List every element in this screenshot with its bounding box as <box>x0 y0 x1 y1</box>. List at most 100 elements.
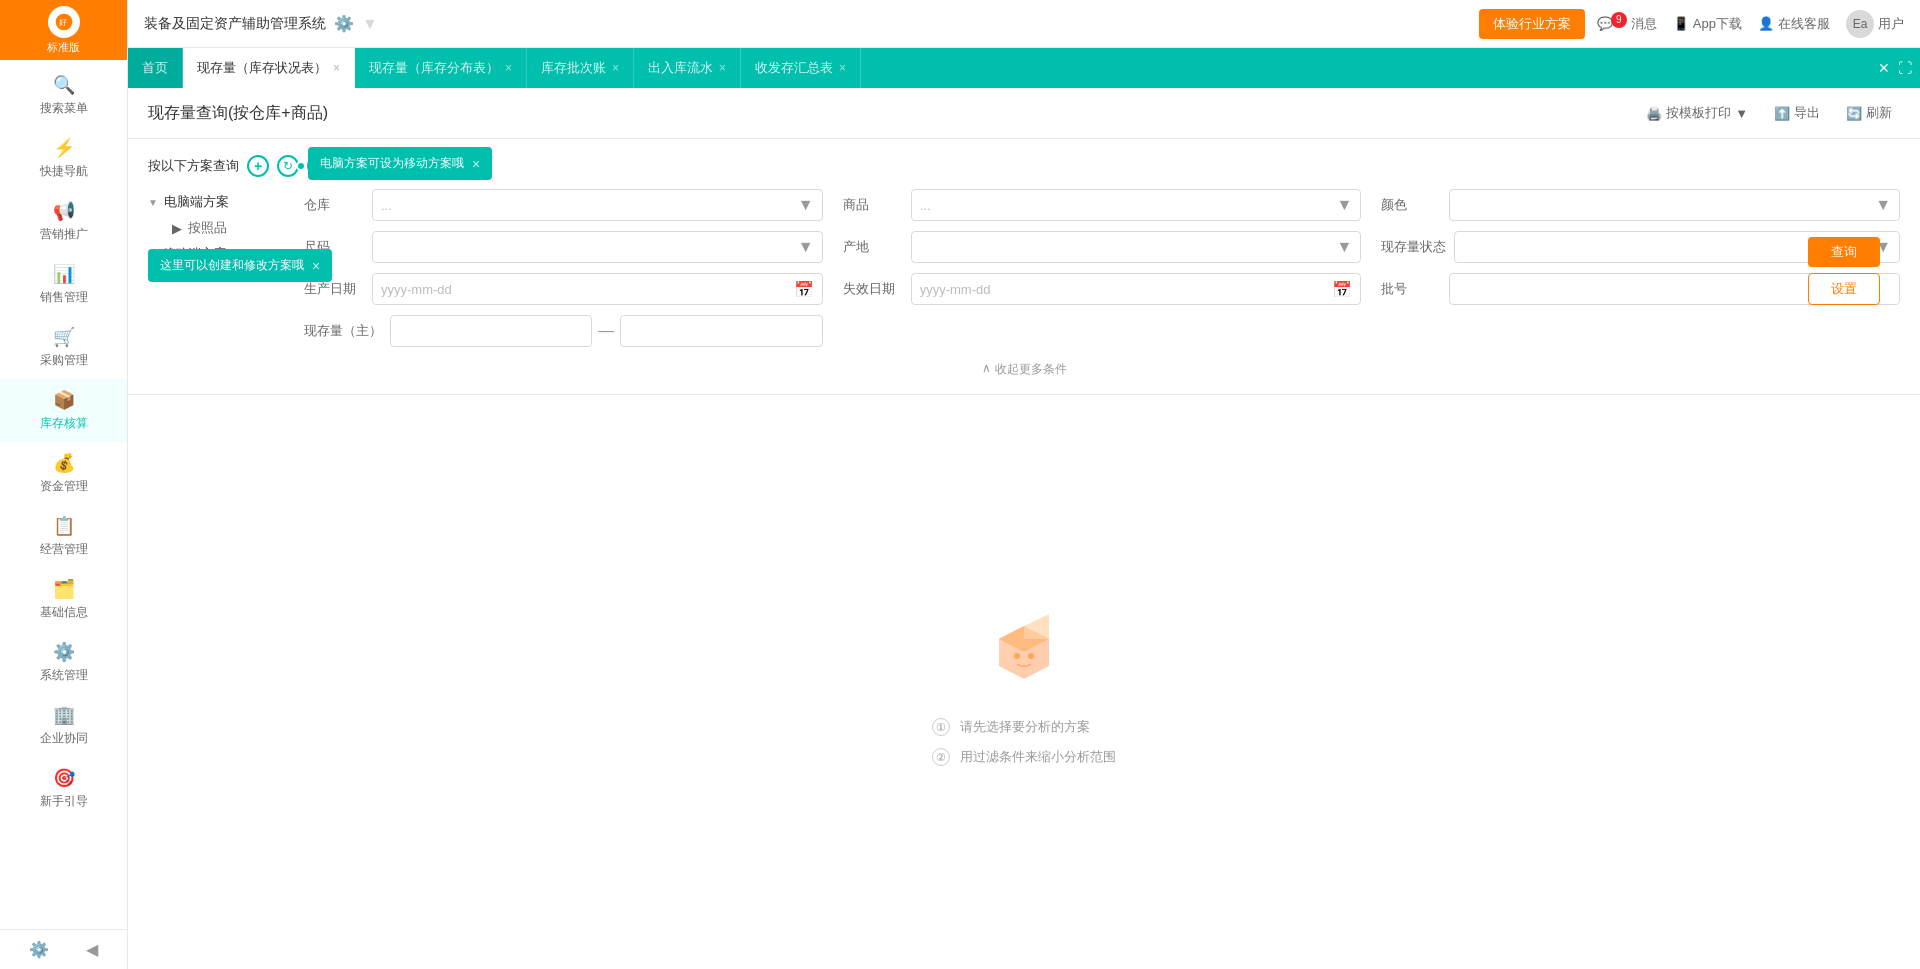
tooltip-create-close[interactable]: × <box>312 258 320 274</box>
scheme-child-label: 按照品 <box>188 219 227 237</box>
sidebar-item-purchase[interactable]: 🛒 采购管理 <box>0 316 127 379</box>
tab-inventory-dist-label: 现存量（库存分布表） <box>369 59 499 77</box>
expand-arrow-pc: ▼ <box>148 197 158 208</box>
range-separator: — <box>598 322 614 340</box>
tooltip-dot <box>296 161 306 171</box>
experience-btn[interactable]: 体验行业方案 <box>1479 9 1585 39</box>
filter-row-prod-date: 生产日期 yyyy-mm-dd 📅 <box>304 273 823 305</box>
tab-inventory-dist[interactable]: 现存量（库存分布表） × <box>355 48 527 88</box>
sidebar-item-marketing[interactable]: 📢 营销推广 <box>0 190 127 253</box>
filter-select-size[interactable]: ▼ <box>372 231 823 263</box>
search-icon: 🔍 <box>53 74 75 96</box>
filter-date-expire[interactable]: yyyy-mm-dd 📅 <box>911 273 1362 305</box>
tab-inventory-status[interactable]: 现存量（库存状况表） × <box>183 48 355 88</box>
logo-icon: 好 <box>48 6 80 38</box>
empty-tips: ① 请先选择要分析的方案 ② 用过滤条件来缩小分析范围 <box>932 714 1116 770</box>
filter-select-color[interactable]: ▼ <box>1449 189 1900 221</box>
scheme-item-pc[interactable]: ▼ 电脑端方案 <box>148 189 288 215</box>
collapse-bar[interactable]: ∧ 收起更多条件 <box>148 361 1900 378</box>
tab-inventory-dist-close[interactable]: × <box>505 61 512 75</box>
filter-add-btn[interactable]: + <box>247 155 269 177</box>
sidebar-item-guide[interactable]: ⚡ 快捷导航 <box>0 127 127 190</box>
tab-fullscreen-icon[interactable]: ⛶ <box>1898 60 1912 76</box>
filter-range-stock-from[interactable] <box>390 315 592 347</box>
filter-select-goods[interactable]: ... ▼ <box>911 189 1362 221</box>
inventory-icon: 📦 <box>53 389 75 411</box>
topbar-system: 装备及固定资产辅助管理系统 ⚙️ ▼ <box>144 14 1467 33</box>
filter-label-warehouse: 仓库 <box>304 196 364 214</box>
sidebar-item-label-inventory: 库存核算 <box>40 415 88 432</box>
topbar: 装备及固定资产辅助管理系统 ⚙️ ▼ 体验行业方案 💬 9 消息 📱 App下载… <box>128 0 1920 48</box>
sidebar-item-system[interactable]: ⚙️ 系统管理 <box>0 631 127 694</box>
topbar-app-download[interactable]: 📱 App下载 <box>1673 15 1742 33</box>
sidebar-item-assets[interactable]: 💰 资金管理 <box>0 442 127 505</box>
filter-row-size: 尺码 ▼ <box>304 231 823 263</box>
tab-receive-summary-close[interactable]: × <box>839 61 846 75</box>
svg-point-6 <box>1028 653 1034 659</box>
tab-receive-summary[interactable]: 收发存汇总表 × <box>741 48 861 88</box>
print-icon: 🖨️ <box>1646 106 1662 121</box>
sidebar-item-label-purchase: 采购管理 <box>40 352 88 369</box>
system-name: 装备及固定资产辅助管理系统 <box>144 15 326 33</box>
sidebar-item-sales[interactable]: 📊 销售管理 <box>0 253 127 316</box>
refresh-btn[interactable]: 🔄 刷新 <box>1838 100 1900 126</box>
assets-icon: 💰 <box>53 452 75 474</box>
company-icon: 🏢 <box>53 704 75 726</box>
tabs-bar-actions: ✕ ⛶ <box>1870 60 1920 76</box>
filter-range-stock-to[interactable] <box>620 315 822 347</box>
tab-inventory-status-close[interactable]: × <box>333 61 340 75</box>
filter-row-goods: 商品 ... ▼ <box>843 189 1362 221</box>
sidebar-item-label-guide: 快捷导航 <box>40 163 88 180</box>
calendar-icon-prod: 📅 <box>794 280 814 299</box>
sidebar-item-label-beginner: 新手引导 <box>40 793 88 810</box>
sidebar-item-ops[interactable]: 📋 经营管理 <box>0 505 127 568</box>
tooltip-pc-close[interactable]: × <box>472 156 480 172</box>
tab-close-all-icon[interactable]: ✕ <box>1878 60 1890 76</box>
sidebar-nav: 🔍 搜索菜单 ⚡ 快捷导航 📢 营销推广 📊 销售管理 🛒 采购管理 📦 库存核… <box>0 60 127 929</box>
query-button[interactable]: 查询 <box>1808 237 1880 267</box>
tab-inout-flow-label: 出入库流水 <box>648 59 713 77</box>
sidebar-item-search[interactable]: 🔍 搜索菜单 <box>0 64 127 127</box>
tab-batch-ledger-close[interactable]: × <box>612 61 619 75</box>
scheme-tree: ▼ 电脑端方案 ▶ 按照品 ▶ 移动端方案 这里可以创建和修改方案哦 × <box>148 189 288 347</box>
tab-receive-summary-label: 收发存汇总表 <box>755 59 833 77</box>
purchase-icon: 🛒 <box>53 326 75 348</box>
print-btn[interactable]: 🖨️ 按模板打印 ▼ <box>1638 100 1756 126</box>
tip-text-1: 请先选择要分析的方案 <box>960 714 1090 740</box>
topbar-gear-icon[interactable]: ⚙️ <box>334 14 354 33</box>
beginner-icon: 🎯 <box>53 767 75 789</box>
sidebar-item-company[interactable]: 🏢 企业协同 <box>0 694 127 757</box>
tooltip-create: 这里可以创建和修改方案哦 × <box>148 249 332 282</box>
page-header: 现存量查询(按仓库+商品) 🖨️ 按模板打印 ▼ ⬆️ 导出 🔄 刷新 <box>128 88 1920 139</box>
sidebar-item-label-system: 系统管理 <box>40 667 88 684</box>
collapse-sidebar-btn[interactable]: ◀ <box>86 940 98 959</box>
sidebar-item-label-ops: 经营管理 <box>40 541 88 558</box>
tooltip-pc: 电脑方案可设为移动方案哦 × <box>308 147 492 180</box>
refresh-label: 刷新 <box>1866 104 1892 122</box>
tab-batch-ledger[interactable]: 库存批次账 × <box>527 48 634 88</box>
topbar-online-service[interactable]: 👤 在线客服 <box>1758 15 1830 33</box>
filter-row-color: 颜色 ▼ <box>1381 189 1900 221</box>
sidebar-item-basic[interactable]: 🗂️ 基础信息 <box>0 568 127 631</box>
set-button[interactable]: 设置 <box>1808 273 1880 305</box>
user-label: 用户 <box>1878 15 1904 33</box>
scheme-item-pc-child[interactable]: ▶ 按照品 <box>148 215 288 241</box>
sidebar-item-beginner[interactable]: 🎯 新手引导 <box>0 757 127 820</box>
tip-num-2: ② <box>932 748 950 766</box>
topbar-user[interactable]: Ea 用户 <box>1846 10 1904 38</box>
tab-home[interactable]: 首页 <box>128 48 183 88</box>
filter-select-warehouse[interactable]: ... ▼ <box>372 189 823 221</box>
filter-date-prod[interactable]: yyyy-mm-dd 📅 <box>372 273 823 305</box>
ops-icon: 📋 <box>53 515 75 537</box>
sidebar-item-label-company: 企业协同 <box>40 730 88 747</box>
settings-footer-icon[interactable]: ⚙️ <box>29 940 49 959</box>
export-btn[interactable]: ⬆️ 导出 <box>1766 100 1828 126</box>
tab-inout-flow[interactable]: 出入库流水 × <box>634 48 741 88</box>
sidebar: 好 标准版 🔍 搜索菜单 ⚡ 快捷导航 📢 营销推广 📊 销售管理 🛒 采购管理… <box>0 0 128 969</box>
sidebar-item-inventory[interactable]: 📦 库存核算 <box>0 379 127 442</box>
topbar-notification[interactable]: 💬 9 消息 <box>1597 15 1657 33</box>
filter-select-origin[interactable]: ▼ <box>911 231 1362 263</box>
filter-grid-row1: 仓库 ... ▼ 商品 ... ▼ <box>304 189 1900 347</box>
sidebar-footer: ⚙️ ◀ <box>0 929 127 969</box>
tab-inout-flow-close[interactable]: × <box>719 61 726 75</box>
